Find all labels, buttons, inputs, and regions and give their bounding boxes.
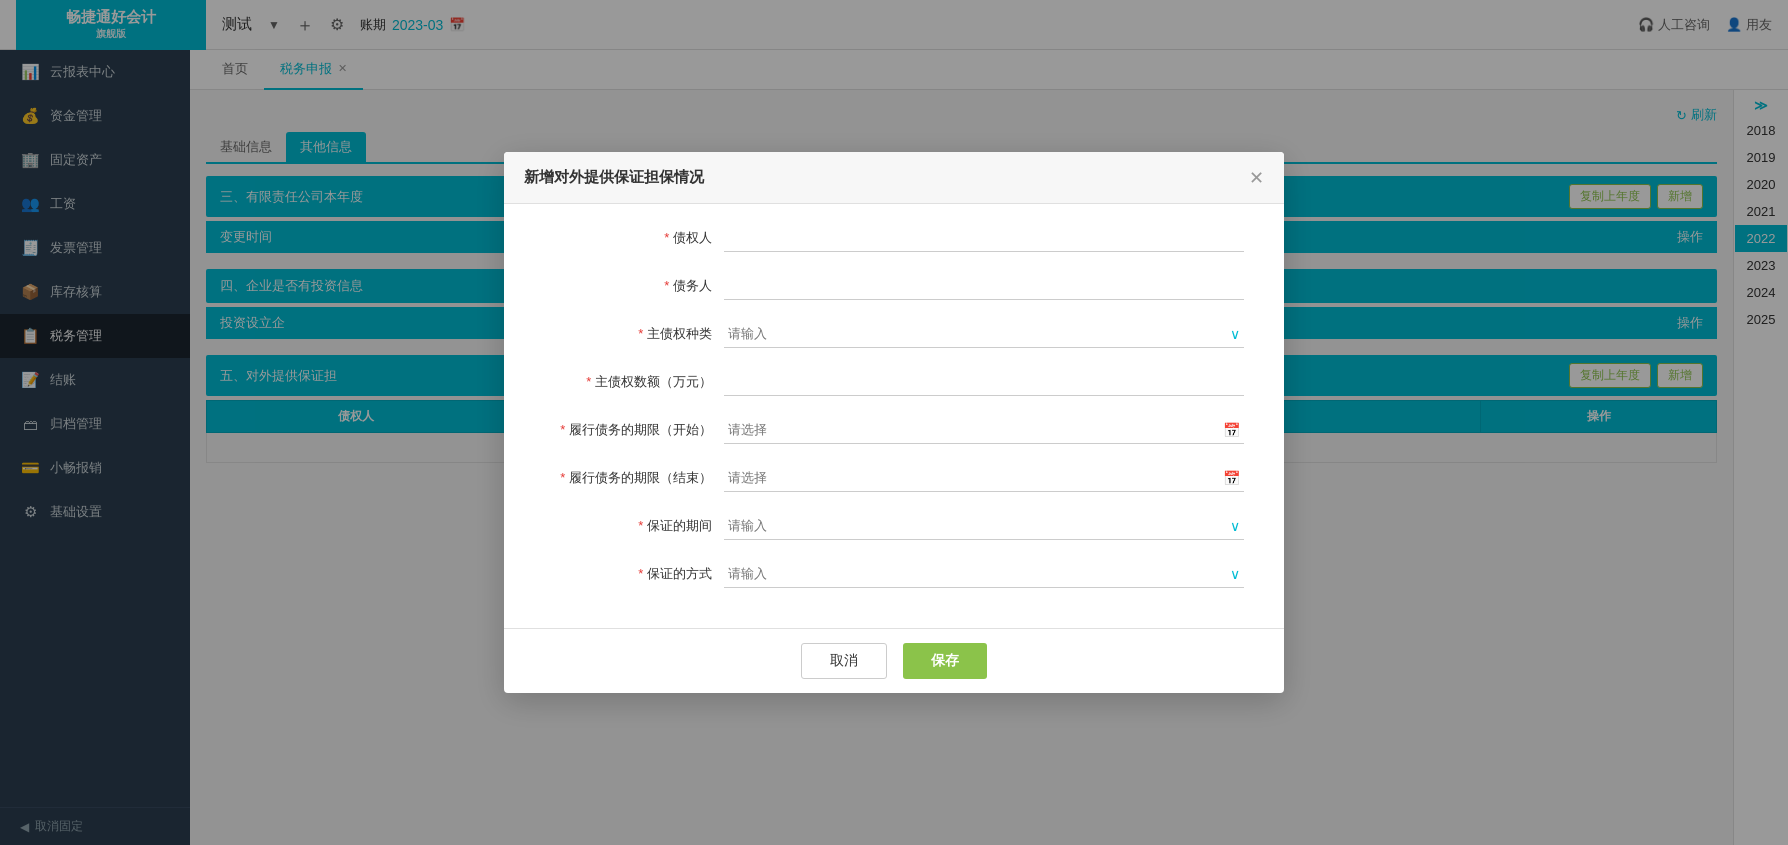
input-guarantee-period[interactable] (724, 512, 1230, 539)
select-claim-type-wrap: ∨ (724, 320, 1244, 348)
select-guarantee-period-wrap: ∨ (724, 512, 1244, 540)
required-mark-guarantee-method: * (638, 566, 643, 581)
label-debtor: * 债务人 (544, 277, 724, 295)
chevron-down-icon-guarantee-period[interactable]: ∨ (1230, 518, 1244, 534)
date-period-end-wrap: 📅 (724, 464, 1244, 492)
form-row-guarantee-period: * 保证的期间 ∨ (544, 512, 1244, 540)
required-mark-creditor: * (664, 230, 669, 245)
form-row-creditor: * 债权人 (544, 224, 1244, 252)
input-claim-amount[interactable] (724, 368, 1244, 396)
label-claim-type: * 主债权种类 (544, 325, 724, 343)
input-debtor[interactable] (724, 272, 1244, 300)
required-mark-claim-type: * (638, 326, 643, 341)
calendar-icon-period-start[interactable]: 📅 (1223, 422, 1244, 438)
label-guarantee-period-text: 保证的期间 (647, 518, 712, 533)
label-guarantee-method: * 保证的方式 (544, 565, 724, 583)
input-claim-type[interactable] (724, 320, 1230, 347)
form-row-claim-amount: * 主债权数额（万元） (544, 368, 1244, 396)
form-row-guarantee-method: * 保证的方式 ∨ (544, 560, 1244, 588)
dialog-body: * 债权人 * 债务人 * 主债权种类 (504, 204, 1284, 628)
label-claim-amount: * 主债权数额（万元） (544, 373, 724, 391)
label-period-start-text: 履行债务的期限（开始） (569, 422, 712, 437)
chevron-down-icon-claim-type[interactable]: ∨ (1230, 326, 1244, 342)
cancel-button[interactable]: 取消 (801, 643, 887, 679)
chevron-down-icon-guarantee-method[interactable]: ∨ (1230, 566, 1244, 582)
dialog-footer: 取消 保存 (504, 628, 1284, 693)
input-creditor[interactable] (724, 224, 1244, 252)
calendar-icon-period-end[interactable]: 📅 (1223, 470, 1244, 486)
form-row-period-end: * 履行债务的期限（结束） 📅 (544, 464, 1244, 492)
label-debtor-text: 债务人 (673, 278, 712, 293)
label-guarantee-period: * 保证的期间 (544, 517, 724, 535)
label-creditor: * 债权人 (544, 229, 724, 247)
form-row-period-start: * 履行债务的期限（开始） 📅 (544, 416, 1244, 444)
date-period-start-wrap: 📅 (724, 416, 1244, 444)
select-guarantee-method-wrap: ∨ (724, 560, 1244, 588)
form-row-debtor: * 债务人 (544, 272, 1244, 300)
dialog-header: 新增对外提供保证担保情况 ✕ (504, 152, 1284, 204)
required-mark-claim-amount: * (586, 374, 591, 389)
label-claim-amount-text: 主债权数额（万元） (595, 374, 712, 389)
required-mark-debtor: * (664, 278, 669, 293)
label-period-end-text: 履行债务的期限（结束） (569, 470, 712, 485)
save-button[interactable]: 保存 (903, 643, 987, 679)
label-guarantee-method-text: 保证的方式 (647, 566, 712, 581)
form-row-claim-type: * 主债权种类 ∨ (544, 320, 1244, 348)
dialog-title: 新增对外提供保证担保情况 (524, 168, 704, 187)
required-mark-guarantee-period: * (638, 518, 643, 533)
label-creditor-text: 债权人 (673, 230, 712, 245)
dialog-close-icon[interactable]: ✕ (1249, 169, 1264, 187)
input-period-start[interactable] (724, 416, 1223, 443)
label-period-end: * 履行债务的期限（结束） (544, 469, 724, 487)
input-period-end[interactable] (724, 464, 1223, 491)
dialog-add-guarantee: 新增对外提供保证担保情况 ✕ * 债权人 * 债务人 (504, 152, 1284, 693)
dialog-overlay: 新增对外提供保证担保情况 ✕ * 债权人 * 债务人 (0, 0, 1788, 845)
required-mark-period-start: * (560, 422, 565, 437)
label-period-start: * 履行债务的期限（开始） (544, 421, 724, 439)
input-guarantee-method[interactable] (724, 560, 1230, 587)
label-claim-type-text: 主债权种类 (647, 326, 712, 341)
required-mark-period-end: * (560, 470, 565, 485)
